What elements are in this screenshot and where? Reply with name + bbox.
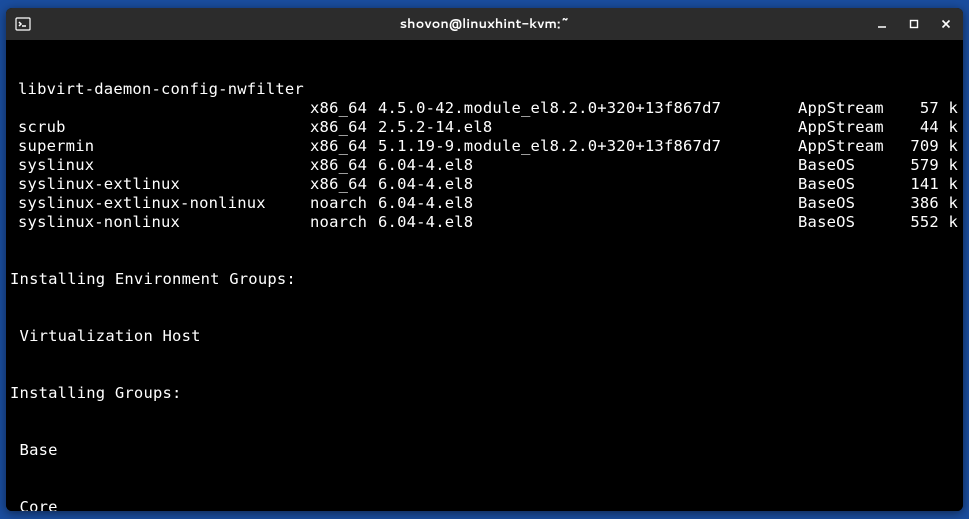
package-repo: BaseOS — [798, 194, 898, 213]
package-repo: AppStream — [798, 99, 898, 118]
close-button[interactable] — [937, 15, 955, 33]
package-size: 386 k — [898, 194, 958, 213]
package-arch: x86_64 — [310, 137, 378, 156]
package-repo: AppStream — [798, 137, 898, 156]
window-titlebar[interactable]: shovon@linuxhint-kvm:~ — [6, 8, 963, 40]
group-item: Base — [10, 441, 959, 460]
package-arch: noarch — [310, 194, 378, 213]
window-title: shovon@linuxhint-kvm:~ — [400, 15, 570, 33]
env-group-item: Virtualization Host — [10, 327, 959, 346]
package-arch: x86_64 — [310, 118, 378, 137]
package-repo: BaseOS — [798, 175, 898, 194]
terminal-output[interactable]: libvirt-daemon-config-nwfilterx86_644.5.… — [6, 40, 963, 511]
package-version: 4.5.0-42.module_el8.2.0+320+13f867d7 — [378, 99, 798, 118]
package-size: 552 k — [898, 213, 958, 232]
group-item: Core — [10, 498, 959, 511]
package-version: 2.5.2-14.el8 — [378, 118, 798, 137]
package-repo — [798, 80, 898, 99]
package-size: 141 k — [898, 175, 958, 194]
package-arch: x86_64 — [310, 156, 378, 175]
package-arch — [310, 80, 378, 99]
package-name: syslinux-extlinux — [10, 175, 310, 194]
package-row: superminx86_645.1.19-9.module_el8.2.0+32… — [10, 137, 959, 156]
package-repo: BaseOS — [798, 156, 898, 175]
package-version — [378, 80, 798, 99]
package-name: syslinux-nonlinux — [10, 213, 310, 232]
window-controls — [873, 15, 955, 33]
package-size: 709 k — [898, 137, 958, 156]
package-name: syslinux — [10, 156, 310, 175]
package-name: scrub — [10, 118, 310, 137]
package-arch: x86_64 — [310, 99, 378, 118]
package-version: 6.04-4.el8 — [378, 213, 798, 232]
package-name: supermin — [10, 137, 310, 156]
package-row: syslinuxx86_646.04-4.el8BaseOS579 k — [10, 156, 959, 175]
package-version: 6.04-4.el8 — [378, 175, 798, 194]
env-groups-header: Installing Environment Groups: — [10, 270, 959, 289]
package-size — [898, 80, 958, 99]
maximize-button[interactable] — [905, 15, 923, 33]
package-repo: BaseOS — [798, 213, 898, 232]
package-size: 57 k — [898, 99, 958, 118]
package-row: x86_644.5.0-42.module_el8.2.0+320+13f867… — [10, 99, 959, 118]
package-row: scrubx86_642.5.2-14.el8AppStream44 k — [10, 118, 959, 137]
package-row: syslinux-nonlinuxnoarch6.04-4.el8BaseOS5… — [10, 213, 959, 232]
package-name: syslinux-extlinux-nonlinux — [10, 194, 310, 213]
package-size: 44 k — [898, 118, 958, 137]
package-row: libvirt-daemon-config-nwfilter — [10, 80, 959, 99]
package-version: 5.1.19-9.module_el8.2.0+320+13f867d7 — [378, 137, 798, 156]
terminal-window: shovon@linuxhint-kvm:~ libvirt-daemon-co… — [6, 8, 963, 511]
package-arch: x86_64 — [310, 175, 378, 194]
groups-header: Installing Groups: — [10, 384, 959, 403]
package-name — [10, 99, 310, 118]
terminal-icon — [14, 15, 32, 33]
package-version: 6.04-4.el8 — [378, 156, 798, 175]
package-size: 579 k — [898, 156, 958, 175]
package-repo: AppStream — [798, 118, 898, 137]
package-name: libvirt-daemon-config-nwfilter — [10, 80, 310, 99]
minimize-button[interactable] — [873, 15, 891, 33]
package-version: 6.04-4.el8 — [378, 194, 798, 213]
package-arch: noarch — [310, 213, 378, 232]
package-row: syslinux-extlinuxx86_646.04-4.el8BaseOS1… — [10, 175, 959, 194]
package-row: syslinux-extlinux-nonlinuxnoarch6.04-4.e… — [10, 194, 959, 213]
